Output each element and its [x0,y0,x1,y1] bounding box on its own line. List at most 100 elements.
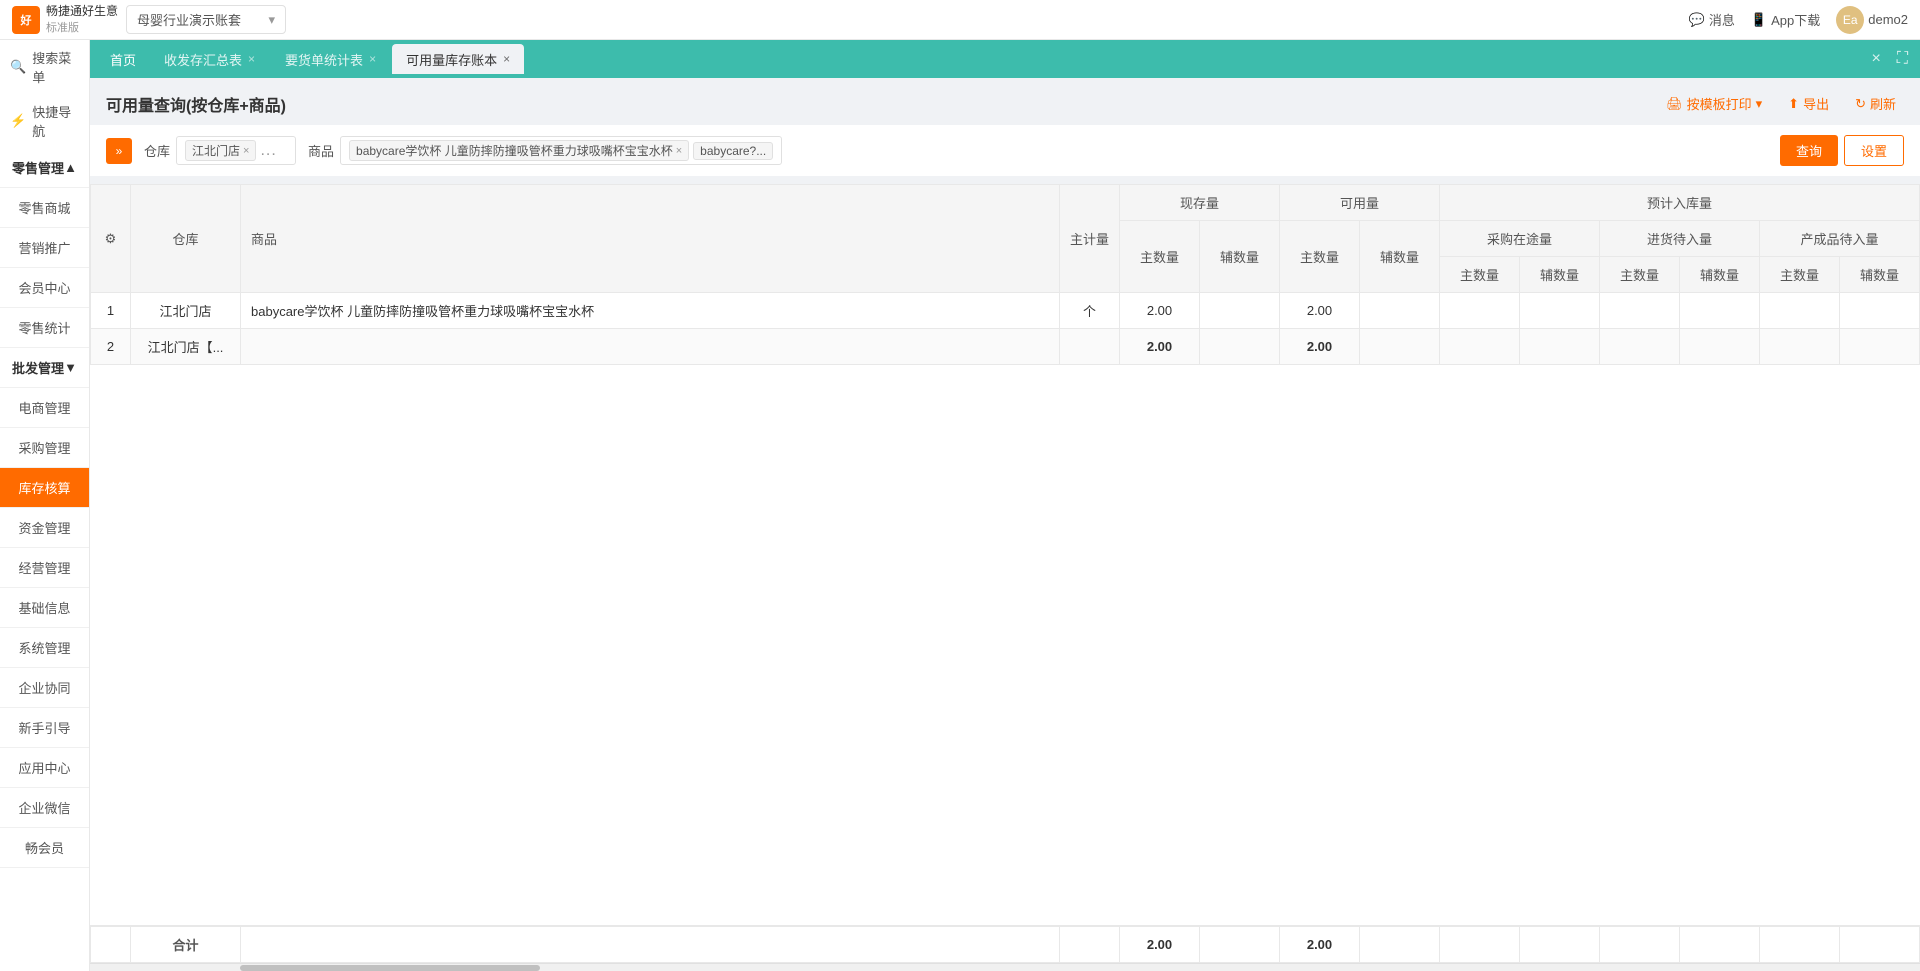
product-tag-2: babycare?... [693,142,773,160]
sidebar-item-label: 营销推广 [18,238,70,257]
cell-warehouse: 江北门店【... [131,329,241,365]
filter-warehouse-field: 仓库 江北门店 × ... [144,136,296,165]
product-tag-1: babycare学饮杯 儿童防摔防撞吸管杯重力球吸嘴杯宝宝水杯 × [349,140,689,161]
sidebar-item-label: 零售统计 [18,318,70,337]
filter-actions: 查询 设置 [1780,135,1904,166]
table-scroll[interactable]: ⚙ 仓库 商品 主计量 现存量 可用量 预计入库量 主数量 [90,184,1920,925]
main-layout: 🔍 搜索菜单 ⚡ 快捷导航 零售管理 ▲ 零售商城 营销推广 会员中心 零售统计… [0,40,1920,971]
sidebar-item-system-mgmt[interactable]: 系统管理 [0,628,89,668]
industry-selector[interactable]: 母婴行业演示账套 ▾ [126,5,286,34]
footer-label: 合计 [131,927,241,963]
footer-purchase-transit-aux [1520,927,1600,963]
top-bar-left: 好 畅捷通好生意 标准版 母婴行业演示账套 ▾ [12,4,286,36]
tab-close-all-icon[interactable]: × [1865,48,1886,70]
filter-product-field: 商品 babycare学饮杯 儿童防摔防撞吸管杯重力球吸嘴杯宝宝水杯 × bab… [308,136,782,165]
tab-close-icon[interactable]: × [503,53,510,65]
footer-unit-cell [1060,927,1120,963]
sidebar-nav-label: 快捷导航 [32,102,79,140]
th-inbound-pending-main: 主数量 [1600,257,1680,293]
cell-inbound-pending-aux [1680,329,1760,365]
th-current-stock: 现存量 [1120,185,1280,221]
table-row: 2 江北门店【... 2.00 2.00 [91,329,1920,365]
sidebar-item-enterprise-collab[interactable]: 企业协同 [0,668,89,708]
query-button[interactable]: 查询 [1780,135,1838,166]
sidebar-item-purchase-mgmt[interactable]: 采购管理 [0,428,89,468]
footer-production-pending-main [1760,927,1840,963]
sidebar-item-inventory[interactable]: 库存核算 [0,468,89,508]
download-label: App下载 [1771,10,1820,29]
page-header: 可用量查询(按仓库+商品) 🖨 按模板打印 ▾ ⬆ 导出 ↻ 刷新 [90,78,1920,125]
tab-close-icon[interactable]: × [248,53,255,65]
sidebar-item-app-center[interactable]: 应用中心 [0,748,89,788]
tab-label: 收发存汇总表 [164,50,242,69]
sidebar-item-basic-info[interactable]: 基础信息 [0,588,89,628]
user-area[interactable]: Ea demo2 [1836,6,1908,34]
sidebar-item-label: 系统管理 [18,638,70,657]
warehouse-filter-input[interactable]: 江北门店 × ... [176,136,296,165]
cell-available-main: 2.00 [1280,293,1360,329]
sidebar-item-label: 零售管理 [12,158,64,177]
avatar: Ea [1836,6,1864,34]
product-tag-2-label: babycare?... [700,144,766,158]
cell-inbound-pending-main [1600,293,1680,329]
sidebar-item-member-vip[interactable]: 畅会员 [0,828,89,868]
cell-purchase-transit-aux [1520,293,1600,329]
sidebar-search[interactable]: 🔍 搜索菜单 [0,40,89,94]
tab-available-inventory[interactable]: 可用量库存账本 × [392,44,524,74]
setting-button[interactable]: 设置 [1844,135,1904,166]
cell-available-aux [1360,329,1440,365]
sidebar-item-ecommerce-mgmt[interactable]: 电商管理 [0,388,89,428]
sidebar-item-finance-mgmt[interactable]: 资金管理 [0,508,89,548]
sidebar-item-label: 批发管理 [12,358,64,377]
horizontal-scrollbar[interactable] [90,963,1920,971]
logo-icon: 好 [12,6,40,34]
nav-icon: ⚡ [10,113,26,129]
scrollbar-thumb[interactable] [240,965,540,971]
inventory-table: ⚙ 仓库 商品 主计量 现存量 可用量 预计入库量 主数量 [90,184,1920,365]
sidebar-item-new-guide[interactable]: 新手引导 [0,708,89,748]
sidebar-item-wholesale-mgmt[interactable]: 批发管理 ▼ [0,348,89,388]
chevron-down-icon: ▾ [268,12,275,28]
message-btn[interactable]: 💬 消息 [1689,10,1735,29]
cell-no: 1 [91,293,131,329]
tab-home[interactable]: 首页 [96,44,150,75]
sidebar-item-label: 零售商城 [18,198,70,217]
th-current-main: 主数量 [1120,221,1200,293]
cell-production-pending-aux [1840,329,1920,365]
tab-order-stats[interactable]: 要货单统计表 × [271,44,390,74]
sidebar-item-member-center[interactable]: 会员中心 [0,268,89,308]
settings-icon[interactable]: ⚙ [105,231,117,246]
sidebar-item-retail-mgmt[interactable]: 零售管理 ▲ [0,148,89,188]
cell-purchase-transit-main [1440,293,1520,329]
chevron-down-icon: ▾ [1756,96,1763,112]
cell-no: 2 [91,329,131,365]
refresh-btn[interactable]: ↻ 刷新 [1847,90,1904,117]
th-purchase-transit: 采购在途量 [1440,221,1600,257]
tab-close-icon[interactable]: × [369,53,376,65]
download-btn[interactable]: 📱 App下载 [1751,10,1820,29]
product-tag-1-close[interactable]: × [676,145,682,157]
sidebar-item-marketing[interactable]: 营销推广 [0,228,89,268]
filter-expand-btn[interactable]: » [106,138,132,164]
warehouse-tag-label: 江北门店 [192,142,240,159]
tab-fullscreen-icon[interactable]: ⛶ [1891,48,1914,70]
home-label: 首页 [110,53,136,68]
product-filter-input[interactable]: babycare学饮杯 儿童防摔防撞吸管杯重力球吸嘴杯宝宝水杯 × babyca… [340,136,782,165]
page-title: 可用量查询(按仓库+商品) [106,92,286,116]
print-btn[interactable]: 🖨 按模板打印 ▾ [1658,90,1770,117]
product-tag-1-label: babycare学饮杯 儿童防摔防撞吸管杯重力球吸嘴杯宝宝水杯 [356,142,673,159]
warehouse-tag-close[interactable]: × [243,145,249,157]
download-icon: 📱 [1751,12,1767,28]
cell-purchase-transit-aux [1520,329,1600,365]
sidebar-quick-nav[interactable]: ⚡ 快捷导航 [0,94,89,148]
export-btn[interactable]: ⬆ 导出 [1780,90,1837,117]
tab-receivable-summary[interactable]: 收发存汇总表 × [150,44,269,74]
sidebar-item-retail-stats[interactable]: 零售统计 [0,308,89,348]
table-wrapper: ⚙ 仓库 商品 主计量 现存量 可用量 预计入库量 主数量 [90,184,1920,971]
filter-more-icon[interactable]: ... [260,142,276,160]
sidebar-item-operations-mgmt[interactable]: 经营管理 [0,548,89,588]
sidebar-item-retail-mall[interactable]: 零售商城 [0,188,89,228]
sidebar-search-label: 搜索菜单 [32,48,79,86]
footer-inbound-pending-main [1600,927,1680,963]
sidebar-item-enterprise-wechat[interactable]: 企业微信 [0,788,89,828]
